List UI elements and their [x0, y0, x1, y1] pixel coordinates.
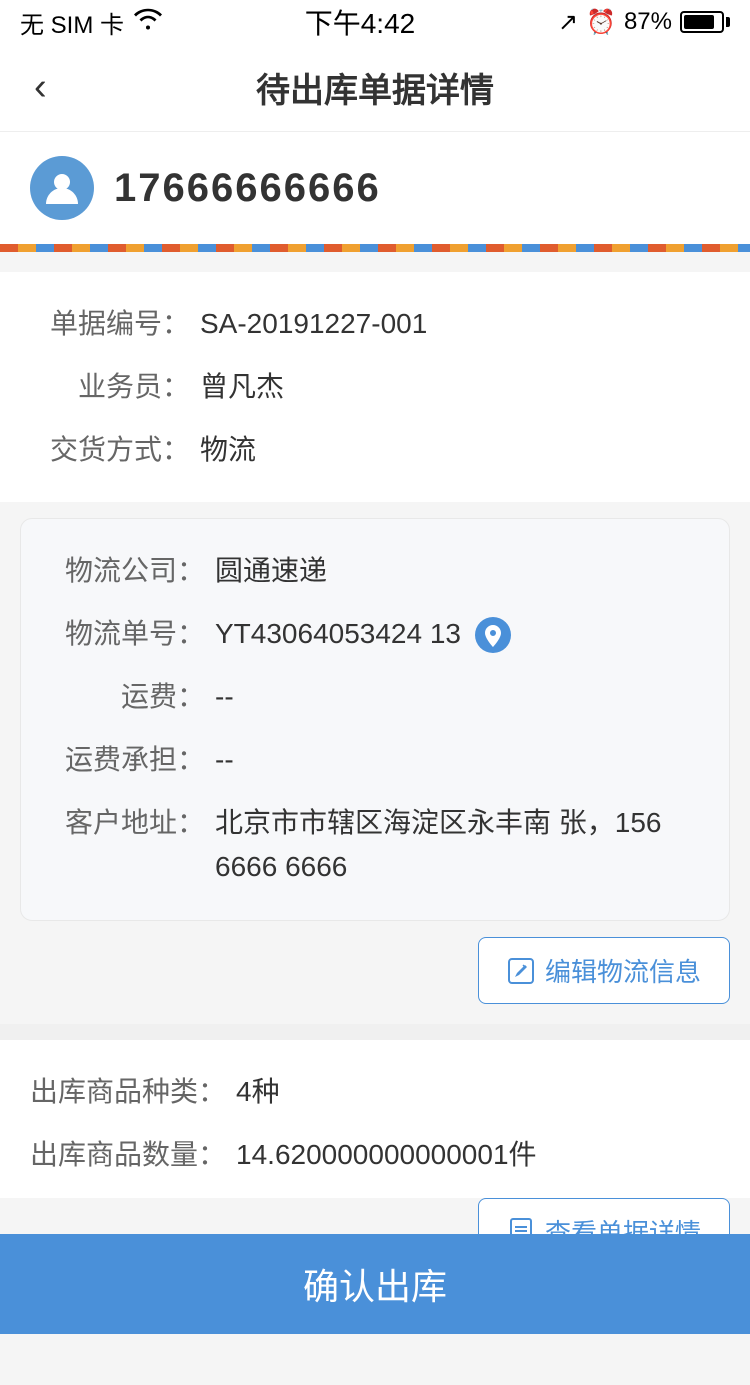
customer-header: 17666666666 — [0, 132, 750, 244]
logistics-company-label: 物流公司： — [45, 549, 205, 594]
status-bar: 无 SIM 卡 下午4:42 ↗ ⏰ 87% — [0, 0, 750, 44]
avatar — [30, 156, 94, 220]
summary-section: 出库商品种类： 4种 出库商品数量： 14.620000000000001件 — [0, 1040, 750, 1198]
product-qty-row: 出库商品数量： 14.620000000000001件 — [30, 1133, 720, 1178]
tracking-value: YT43064053424 13 — [215, 612, 461, 657]
confirm-button[interactable]: 确认出库 — [0, 1234, 750, 1334]
edit-icon — [507, 957, 535, 985]
sales-rep-label: 业务员： — [30, 365, 190, 410]
document-number-row: 单据编号： SA-20191227-001 — [30, 302, 720, 347]
sales-rep-value: 曾凡杰 — [200, 365, 720, 410]
nav-bar: ‹ 待出库单据详情 — [0, 44, 750, 132]
sales-rep-row: 业务员： 曾凡杰 — [30, 365, 720, 410]
logistics-company-value: 圆通速递 — [215, 549, 705, 594]
product-qty-value: 14.620000000000001件 — [236, 1133, 720, 1178]
product-types-label: 出库商品种类： — [30, 1070, 226, 1115]
edit-logistics-label: 编辑物流信息 — [545, 952, 701, 989]
status-carrier: 无 SIM 卡 — [20, 5, 162, 40]
order-info-section: 单据编号： SA-20191227-001 业务员： 曾凡杰 交货方式： 物流 — [0, 272, 750, 502]
product-types-value: 4种 — [236, 1070, 720, 1115]
freight-bearer-label: 运费承担： — [45, 738, 205, 783]
logistics-card: 物流公司： 圆通速递 物流单号： YT43064053424 13 运费： --… — [20, 518, 730, 921]
location-status-icon: ↗ — [558, 8, 578, 37]
document-number-label: 单据编号： — [30, 302, 190, 347]
customer-phone: 17666666666 — [114, 166, 381, 211]
tracking-location-icon[interactable] — [473, 615, 513, 655]
tracking-row: 物流单号： YT43064053424 13 — [45, 612, 705, 657]
battery-text: 87% — [624, 8, 672, 36]
wifi-icon — [134, 8, 162, 37]
tracking-value-wrap: YT43064053424 13 — [215, 612, 705, 657]
delivery-method-label: 交货方式： — [30, 428, 190, 473]
person-icon — [42, 168, 82, 208]
section-divider — [0, 1024, 750, 1040]
product-types-row: 出库商品种类： 4种 — [30, 1070, 720, 1115]
document-number-value: SA-20191227-001 — [200, 302, 720, 347]
alarm-icon: ⏰ — [586, 8, 616, 37]
edit-logistics-row: 编辑物流信息 — [0, 937, 750, 1024]
address-label: 客户地址： — [45, 801, 205, 846]
delivery-method-row: 交货方式： 物流 — [30, 428, 720, 473]
tracking-label: 物流单号： — [45, 612, 205, 657]
freight-bearer-value: -- — [215, 738, 705, 783]
address-value: 北京市市辖区海淀区永丰南 张，156 6666 6666 — [215, 801, 705, 891]
freight-value: -- — [215, 675, 705, 720]
logistics-company-row: 物流公司： 圆通速递 — [45, 549, 705, 594]
address-row: 客户地址： 北京市市辖区海淀区永丰南 张，156 6666 6666 — [45, 801, 705, 891]
freight-bearer-row: 运费承担： -- — [45, 738, 705, 783]
page-title: 待出库单据详情 — [256, 63, 494, 112]
back-button[interactable]: ‹ — [24, 56, 57, 119]
freight-label: 运费： — [45, 675, 205, 720]
status-time: 下午4:42 — [305, 2, 416, 42]
product-qty-label: 出库商品数量： — [30, 1133, 226, 1178]
dashed-divider — [0, 244, 750, 252]
status-right: ↗ ⏰ 87% — [558, 8, 730, 37]
battery-icon — [680, 11, 730, 33]
confirm-button-label: 确认出库 — [303, 1258, 447, 1310]
freight-row: 运费： -- — [45, 675, 705, 720]
carrier-text: 无 SIM 卡 — [20, 5, 124, 40]
delivery-method-value: 物流 — [200, 428, 720, 473]
edit-logistics-button[interactable]: 编辑物流信息 — [478, 937, 730, 1004]
